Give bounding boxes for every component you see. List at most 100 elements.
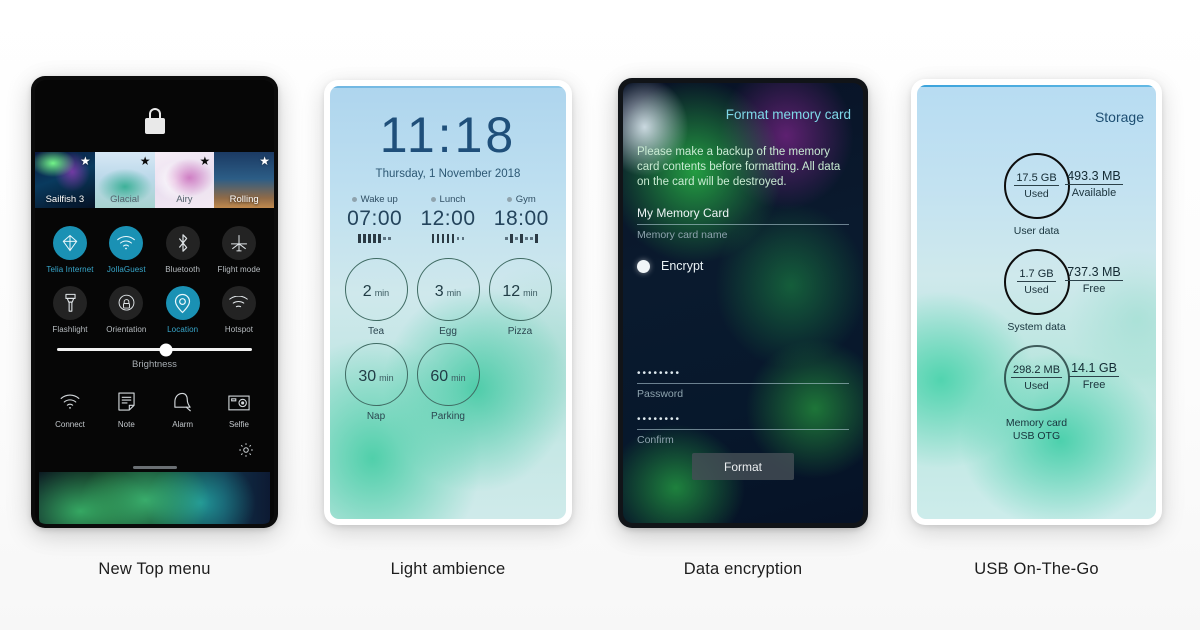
ambience-label: Airy: [176, 194, 193, 205]
quick-toggle-row-2: Flashlight Orientation Location Hotspot: [43, 286, 266, 334]
toggle-label: Location: [167, 325, 199, 334]
timer-label: Nap: [366, 411, 386, 422]
timer-ring[interactable]: 30 min: [344, 343, 408, 406]
timer-item[interactable]: 3 min Egg: [414, 258, 482, 337]
bluetooth-icon: [165, 226, 200, 260]
toggle-label: Telia Internet: [46, 265, 94, 274]
storage-caption: Memory card USB OTG: [1005, 417, 1068, 443]
quick-toggle-row-1: Telia Internet JollaGuest Bluetooth Flig…: [43, 226, 266, 274]
encrypt-checkbox[interactable]: Encrypt: [637, 259, 703, 273]
brightness-slider[interactable]: [57, 343, 252, 356]
wifi-icon: [43, 390, 97, 414]
timer-value: 12: [502, 283, 521, 300]
toggle-wifi[interactable]: JollaGuest: [99, 226, 153, 274]
alarm-time: 18:00: [493, 207, 549, 230]
alarm-item[interactable]: Gym 18:00: [485, 194, 558, 243]
toggle-hotspot[interactable]: Hotspot: [212, 286, 266, 334]
lockscreen-clock: 11:18: [379, 107, 517, 163]
timer-item[interactable]: 30 min Nap: [342, 343, 410, 422]
timer-item[interactable]: 60 min Parking: [414, 343, 482, 422]
field-value[interactable]: ••••••••: [637, 368, 849, 383]
caption-usb-on-the-go: USB On-The-Go: [974, 560, 1099, 578]
alarm-item[interactable]: Wake up 07:00: [338, 194, 411, 243]
timer-value: 2: [362, 283, 372, 300]
gear-icon[interactable]: [238, 442, 254, 463]
drag-handle[interactable]: [132, 466, 177, 469]
favorite-star-icon[interactable]: ★: [140, 155, 151, 167]
page-title: Storage: [1094, 109, 1144, 125]
shortcut-note[interactable]: Note: [99, 390, 153, 429]
free-value: 493.3 MB: [1065, 169, 1123, 185]
toggle-bluetooth[interactable]: Bluetooth: [156, 226, 210, 274]
phone3-screen: Format memory card Please make a backup …: [623, 83, 863, 523]
timer-unit: min: [379, 373, 394, 383]
timer-item[interactable]: 12 min Pizza: [486, 258, 554, 337]
ambience-label: Rolling: [229, 194, 259, 205]
timer-ring[interactable]: 2 min: [344, 258, 408, 321]
field-value[interactable]: My Memory Card: [637, 206, 849, 224]
timer-ring[interactable]: 12 min: [488, 258, 552, 321]
used-label: Used: [1024, 284, 1049, 296]
ambience-label: Glacial: [110, 194, 140, 205]
free-label: Free: [1082, 283, 1106, 295]
note-icon: [99, 390, 153, 414]
brightness-control[interactable]: Brightness: [57, 343, 252, 370]
timer-value: 30: [358, 368, 377, 385]
timer-ring[interactable]: 60 min: [416, 343, 480, 406]
lockscreen-date: Thursday, 1 November 2018: [375, 168, 521, 180]
free-label: Free: [1082, 379, 1106, 391]
free-value: 737.3 MB: [1065, 265, 1123, 281]
timer-unit: min: [523, 288, 538, 298]
storage-caption: System data: [1007, 321, 1066, 333]
alarm-list: Wake up 07:00 Lunch 12:00 Gym 18:00: [338, 194, 558, 243]
ambience-tile[interactable]: ★ Sailfish 3: [35, 152, 95, 208]
timer-unit: min: [446, 288, 462, 298]
used-label: Used: [1024, 380, 1049, 392]
favorite-star-icon[interactable]: ★: [80, 155, 91, 167]
phone1-screen: ★ Sailfish 3 ★ Glacial ★ Airy ★ Rolling: [35, 80, 274, 524]
favorite-star-icon[interactable]: ★: [259, 155, 270, 167]
vpn-icon: [53, 226, 87, 260]
timer-value: 60: [430, 368, 449, 385]
field-value[interactable]: ••••••••: [637, 414, 849, 429]
memory-card-name-field[interactable]: My Memory Card Memory card name: [637, 206, 849, 241]
shortcut-selfie[interactable]: Selfie: [212, 390, 266, 429]
toggle-telia-internet[interactable]: Telia Internet: [43, 226, 97, 274]
toggle-location[interactable]: Location: [156, 286, 210, 334]
password-field[interactable]: •••••••• Password: [637, 368, 849, 400]
timer-ring[interactable]: 3 min: [416, 258, 480, 321]
toggle-orientation[interactable]: Orientation: [99, 286, 153, 334]
rotation-lock-icon: [109, 286, 144, 320]
toggle-flashlight[interactable]: Flashlight: [43, 286, 97, 334]
checkbox-label: Encrypt: [661, 259, 704, 273]
phone-usb-on-the-go: Storage 17.5 GB Used 493.3 MB Available …: [911, 79, 1162, 525]
field-underline: [637, 429, 849, 430]
timer-label: Egg: [439, 326, 457, 337]
ambience-tile[interactable]: ★ Airy: [154, 152, 215, 208]
toggle-label: JollaGuest: [106, 265, 146, 274]
toggle-flight-mode[interactable]: Flight mode: [212, 226, 266, 274]
poster-canvas: ★ Sailfish 3 ★ Glacial ★ Airy ★ Rolling: [0, 0, 1200, 630]
format-button[interactable]: Format: [692, 453, 794, 480]
flashlight-icon: [53, 286, 87, 320]
timer-label: Pizza: [507, 326, 533, 337]
free-block: 493.3 MB Available: [1049, 167, 1139, 199]
lock-icon: [144, 108, 165, 134]
favorite-star-icon[interactable]: ★: [199, 155, 210, 167]
alarm-item[interactable]: Lunch 12:00: [411, 194, 484, 243]
shortcut-connect[interactable]: Connect: [43, 390, 97, 429]
location-pin-icon: [165, 286, 200, 320]
shortcut-alarm[interactable]: Alarm: [156, 390, 210, 429]
ambience-tile[interactable]: ★ Glacial: [94, 152, 155, 208]
alarm-name: Gym: [515, 194, 536, 205]
field-underline: [637, 383, 849, 384]
shortcut-label: Connect: [55, 420, 85, 429]
shortcut-label: Alarm: [172, 420, 194, 429]
confirm-password-field[interactable]: •••••••• Confirm: [637, 414, 849, 446]
ambience-label: Sailfish 3: [45, 194, 85, 205]
brightness-slider-knob[interactable]: [159, 343, 173, 356]
checkbox-icon[interactable]: [637, 259, 650, 273]
timer-item[interactable]: 2 min Tea: [342, 258, 410, 337]
ambience-tile[interactable]: ★ Rolling: [214, 152, 274, 208]
brightness-label: Brightness: [132, 359, 177, 370]
